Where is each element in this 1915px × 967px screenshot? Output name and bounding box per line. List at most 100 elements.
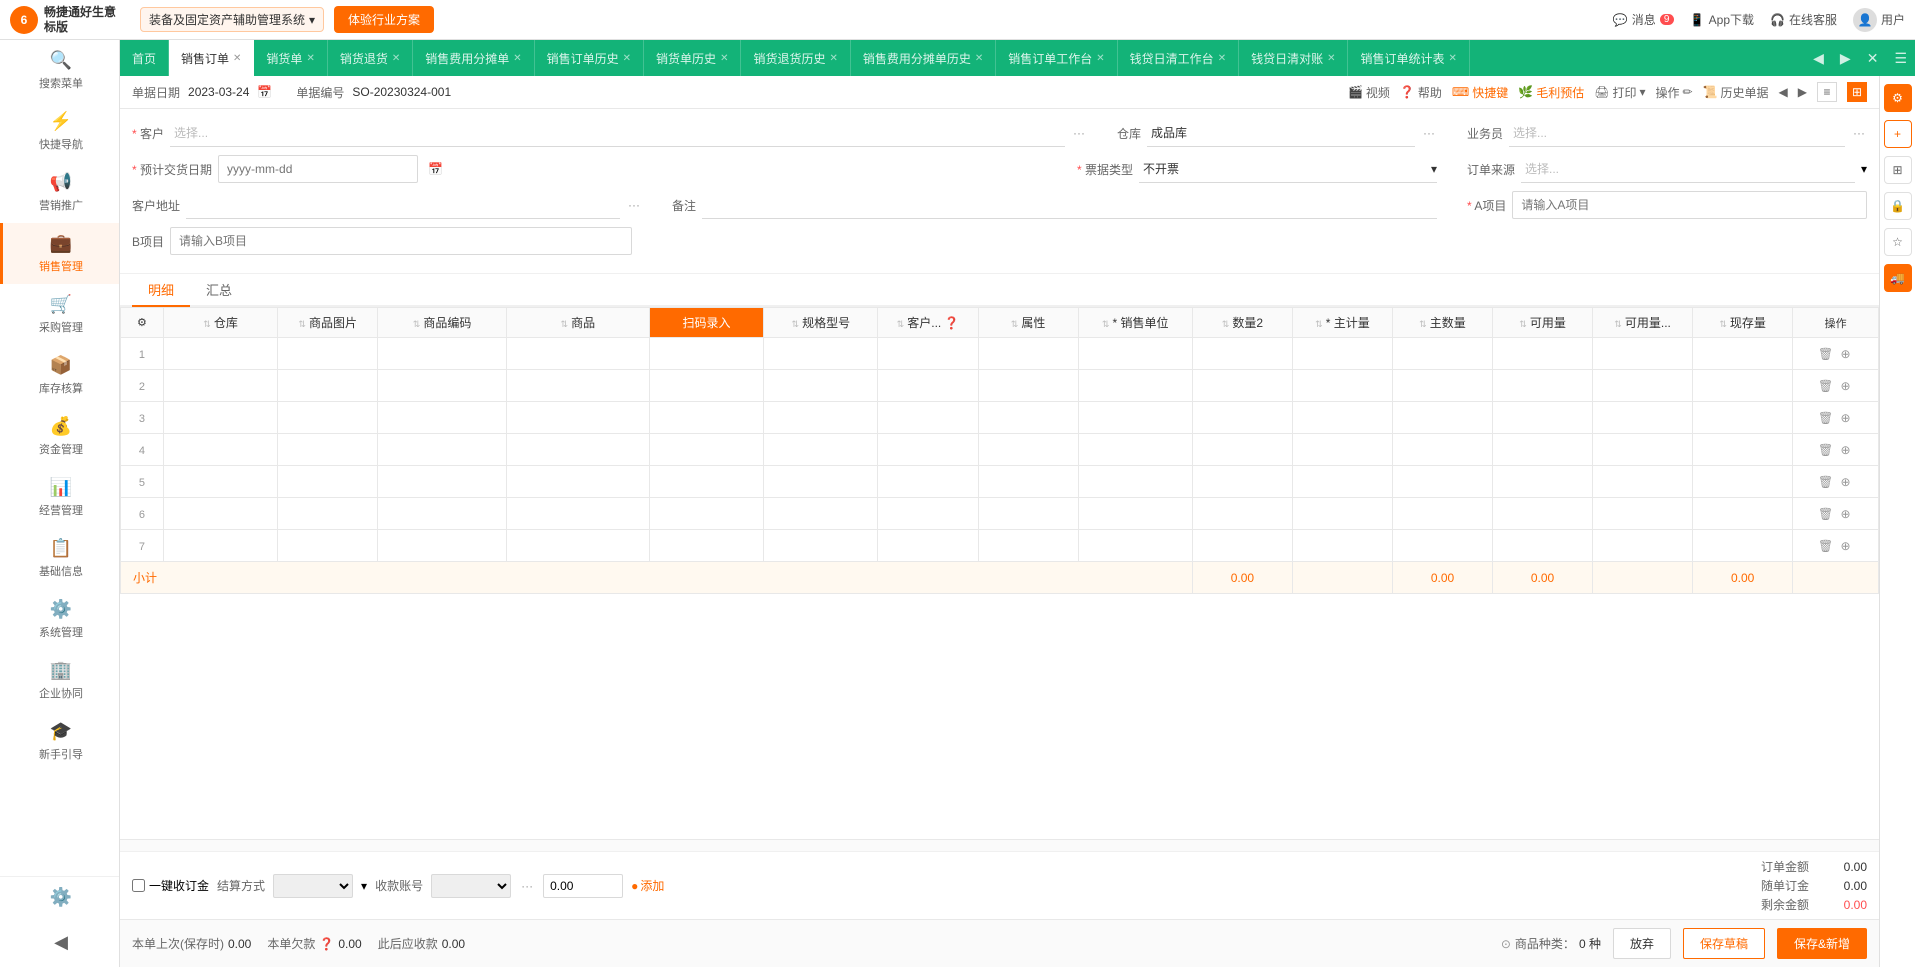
tab-sales-order-history[interactable]: 销售订单历史 ✕ [535, 40, 644, 76]
tab-summary[interactable]: 汇总 [190, 274, 248, 307]
app-download-btn[interactable]: 📱 App下载 [1690, 11, 1754, 28]
solution-button[interactable]: 体验行业方案 [334, 6, 434, 33]
sort-icon[interactable]: ⇅ [1222, 319, 1230, 329]
tab-detail[interactable]: 明细 [132, 274, 190, 307]
tab-sales-order[interactable]: 销售订单 ✕ [169, 40, 254, 76]
tab-close-all-btn[interactable]: ✕ [1859, 40, 1887, 76]
sidebar-item-marketing[interactable]: 📢 营销推广 [0, 162, 119, 223]
sort-icon[interactable]: ⇅ [1011, 319, 1019, 329]
td-qty2[interactable] [1192, 434, 1292, 466]
td-main-unit[interactable] [1292, 434, 1392, 466]
td-attribute[interactable] [978, 370, 1078, 402]
td-product[interactable] [506, 434, 649, 466]
tab-cash-daily[interactable]: 钱贷日清工作台 ✕ [1118, 40, 1239, 76]
td-warehouse[interactable] [163, 402, 277, 434]
delete-icon[interactable]: 🗑 [1818, 474, 1834, 490]
td-warehouse[interactable] [163, 466, 277, 498]
customer-addr-input[interactable] [186, 191, 620, 219]
th-scan-input[interactable]: 扫码录入 [649, 308, 763, 338]
td-attribute[interactable] [978, 498, 1078, 530]
tab-sales-workbench[interactable]: 销售订单工作台 ✕ [996, 40, 1117, 76]
td-product[interactable] [506, 498, 649, 530]
td-main-unit[interactable] [1292, 402, 1392, 434]
sort-icon[interactable]: ⇅ [791, 319, 799, 329]
td-customer-attr[interactable] [878, 338, 978, 370]
sidebar-item-operations[interactable]: 📊 经营管理 [0, 467, 119, 528]
tab-close-icon[interactable]: ✕ [1218, 53, 1226, 64]
right-btn-3[interactable]: ⊞ [1884, 156, 1912, 184]
sidebar-item-sales[interactable]: 💼 销售管理 [0, 223, 119, 284]
right-add-btn[interactable]: + [1884, 120, 1912, 148]
td-spec[interactable] [764, 498, 878, 530]
tab-menu-btn[interactable]: ☰ [1886, 40, 1915, 76]
calendar-icon[interactable]: 📅 [257, 85, 272, 99]
one-click-checkbox[interactable] [132, 879, 145, 892]
td-unit[interactable] [1078, 370, 1192, 402]
tab-prev-btn[interactable]: ◀ [1805, 40, 1832, 76]
sidebar-item-inventory[interactable]: 📦 库存核算 [0, 345, 119, 406]
user-area[interactable]: 👤 用户 [1853, 8, 1905, 32]
td-product[interactable] [506, 338, 649, 370]
notes-input[interactable] [702, 191, 1437, 219]
th-settings[interactable]: ⚙ [121, 308, 164, 338]
tab-sales-refund[interactable]: 销货退货 ✕ [328, 40, 413, 76]
td-customer-attr[interactable] [878, 402, 978, 434]
td-unit[interactable] [1078, 434, 1192, 466]
delete-icon[interactable]: 🗑 [1818, 538, 1834, 554]
a-project-input[interactable] [1512, 191, 1867, 219]
addr-more-btn[interactable]: ··· [626, 198, 642, 212]
td-customer-attr[interactable] [878, 530, 978, 562]
right-btn-4[interactable]: 🔒 [1884, 192, 1912, 220]
td-main-unit[interactable] [1292, 370, 1392, 402]
profit-btn[interactable]: 🌿 毛利预估 [1518, 84, 1584, 101]
online-support-btn[interactable]: 🎧 在线客服 [1770, 11, 1837, 28]
tab-close-icon[interactable]: ✕ [1327, 53, 1335, 64]
td-unit[interactable] [1078, 338, 1192, 370]
tab-close-icon[interactable]: ✕ [1449, 53, 1457, 64]
sort-icon[interactable]: ⇅ [298, 319, 306, 329]
td-product-code[interactable] [378, 434, 507, 466]
td-attribute[interactable] [978, 530, 1078, 562]
customer-more-btn[interactable]: ··· [1071, 126, 1087, 140]
td-main-unit[interactable] [1292, 466, 1392, 498]
sidebar-item-finance[interactable]: 💰 资金管理 [0, 406, 119, 467]
tab-sales-stats[interactable]: 销售订单统计表 ✕ [1348, 40, 1469, 76]
copy-icon[interactable]: ⊕ [1838, 474, 1854, 490]
table-scroll-bar[interactable] [120, 839, 1879, 851]
warehouse-more-btn[interactable]: ··· [1421, 126, 1437, 140]
sidebar-collapse-btn[interactable]: ◀ [0, 922, 119, 967]
customer-input[interactable]: 选择... [170, 119, 1065, 147]
td-customer-attr[interactable] [878, 370, 978, 402]
td-spec[interactable] [764, 466, 878, 498]
tab-sales-refund-history[interactable]: 销货退货历史 ✕ [741, 40, 850, 76]
account-more-btn[interactable]: ··· [519, 879, 535, 893]
delete-icon[interactable]: 🗑 [1818, 506, 1834, 522]
td-warehouse[interactable] [163, 338, 277, 370]
td-attribute[interactable] [978, 402, 1078, 434]
sort-icon[interactable]: ⇅ [1519, 319, 1527, 329]
sort-icon[interactable]: ⇅ [561, 319, 569, 329]
td-main-unit[interactable] [1292, 498, 1392, 530]
td-qty2[interactable] [1192, 466, 1292, 498]
copy-icon[interactable]: ⊕ [1838, 506, 1854, 522]
td-unit[interactable] [1078, 530, 1192, 562]
discard-button[interactable]: 放弃 [1613, 928, 1671, 959]
sort-icon[interactable]: ⇅ [1102, 319, 1110, 329]
sort-icon[interactable]: ⇅ [1419, 319, 1427, 329]
delete-icon[interactable]: 🗑 [1818, 410, 1834, 426]
help-btn[interactable]: ❓ 帮助 [1400, 84, 1442, 101]
sort-icon[interactable]: ⇅ [413, 319, 421, 329]
td-unit[interactable] [1078, 498, 1192, 530]
tab-sales-fee-history[interactable]: 销售费用分摊单历史 ✕ [851, 40, 996, 76]
sidebar-item-enterprise[interactable]: 🏢 企业协同 [0, 650, 119, 711]
tab-close-icon[interactable]: ✕ [829, 53, 837, 64]
td-product-code[interactable] [378, 466, 507, 498]
td-main-qty[interactable] [1392, 434, 1492, 466]
copy-icon[interactable]: ⊕ [1838, 442, 1854, 458]
tab-close-icon[interactable]: ✕ [975, 53, 983, 64]
delete-icon[interactable]: 🗑 [1818, 378, 1834, 394]
payment-amount-input[interactable] [543, 874, 623, 898]
td-main-qty[interactable] [1392, 338, 1492, 370]
sort-icon[interactable]: ⇅ [1719, 319, 1727, 329]
td-main-unit[interactable] [1292, 530, 1392, 562]
